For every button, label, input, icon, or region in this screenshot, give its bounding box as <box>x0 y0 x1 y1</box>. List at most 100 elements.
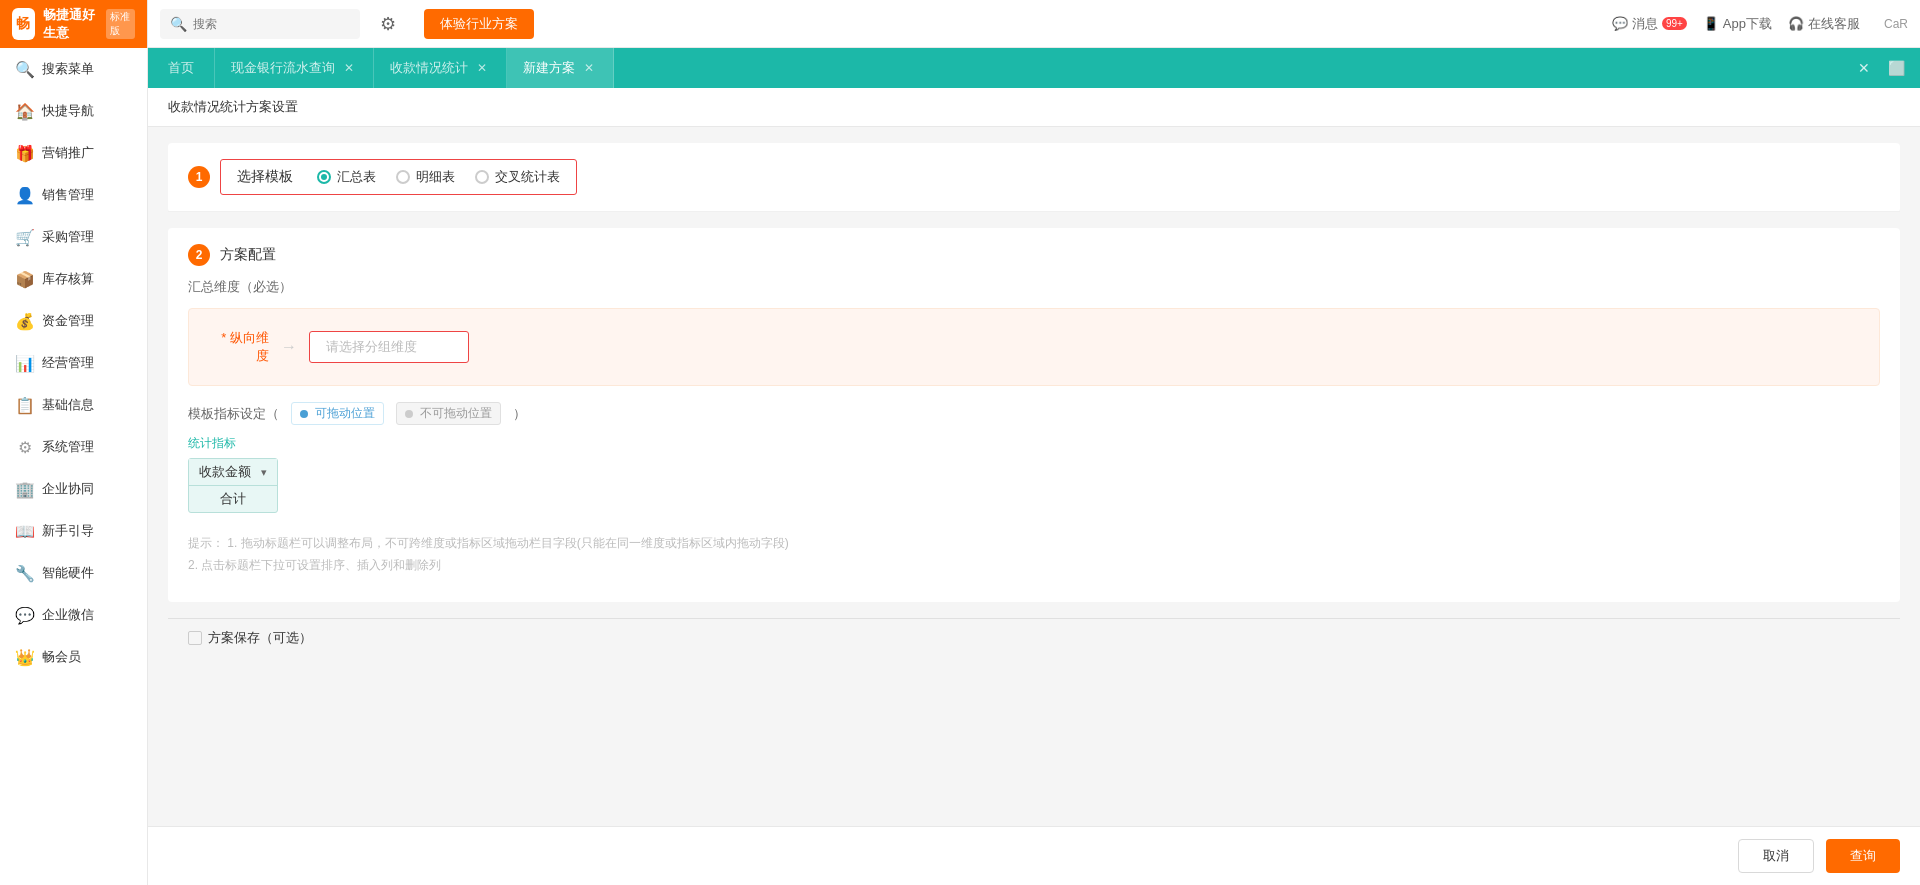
save-checkbox[interactable] <box>188 631 202 645</box>
tabbar-actions: ✕ ⬜ <box>1852 56 1920 80</box>
step2-body: 汇总维度（必选） * 纵向维度 → 请选择分组维度 模板指标设定（ <box>168 278 1900 602</box>
radio-label-detail: 明细表 <box>416 168 455 186</box>
sidebar-item-member[interactable]: 👑 畅会员 <box>0 636 147 678</box>
step1-options: 汇总表 明细表 交叉统计表 <box>317 168 560 186</box>
guide-icon: 📖 <box>16 522 34 540</box>
operation-icon: 📊 <box>16 354 34 372</box>
radio-cross[interactable]: 交叉统计表 <box>475 168 560 186</box>
logo-badge: 标准版 <box>106 9 135 39</box>
download-item[interactable]: 📱 App下载 <box>1703 15 1772 33</box>
step1-options-box: 选择模板 汇总表 明细表 <box>220 159 577 195</box>
purchase-icon: 🛒 <box>16 228 34 246</box>
sidebar-item-basic[interactable]: 📋 基础信息 <box>0 384 147 426</box>
close-icon[interactable]: ✕ <box>341 60 357 76</box>
tab-receipt-stat[interactable]: 收款情况统计 ✕ <box>374 48 507 88</box>
sidebar-item-guide[interactable]: 📖 新手引导 <box>0 510 147 552</box>
radio-summary[interactable]: 汇总表 <box>317 168 376 186</box>
metrics-setting-label: 模板指标设定（ <box>188 405 279 423</box>
sidebar-item-system[interactable]: ⚙ 系统管理 <box>0 426 147 468</box>
tip2: 2. 点击标题栏下拉可设置排序、插入列和删除列 <box>188 555 1880 577</box>
settings-icon[interactable]: ⚙ <box>372 8 404 40</box>
inventory-icon: 📦 <box>16 270 34 288</box>
radio-circle-detail <box>396 170 410 184</box>
tab-label: 新建方案 <box>523 59 575 77</box>
sidebar-item-label: 系统管理 <box>42 438 94 456</box>
basic-icon: 📋 <box>16 396 34 414</box>
tab-label: 现金银行流水查询 <box>231 59 335 77</box>
sidebar-item-purchase[interactable]: 🛒 采购管理 <box>0 216 147 258</box>
maximize-icon[interactable]: ⬜ <box>1884 56 1908 80</box>
logo-text: 畅捷通好生意 <box>43 6 98 42</box>
radio-circle-summary <box>317 170 331 184</box>
query-button[interactable]: 查询 <box>1826 839 1900 873</box>
step2-label: 方案配置 <box>220 246 276 264</box>
chevron-down-icon[interactable]: ▾ <box>261 466 267 479</box>
summary-dim-label: 汇总维度（必选） <box>188 278 1880 296</box>
sidebar-item-sales[interactable]: 👤 销售管理 <box>0 174 147 216</box>
tip1: 提示： 1. 拖动标题栏可以调整布局，不可跨维度或指标区域拖动栏目字段(只能在同… <box>188 533 1880 555</box>
service-icon: 🎧 <box>1788 16 1804 31</box>
step2-section: 2 方案配置 汇总维度（必选） * 纵向维度 → 请选择分组维度 <box>168 228 1900 602</box>
tab-bank-flow[interactable]: 现金银行流水查询 ✕ <box>215 48 374 88</box>
notification-label: 消息 <box>1632 15 1658 33</box>
tab-new-plan[interactable]: 新建方案 ✕ <box>507 48 614 88</box>
close-icon[interactable]: ✕ <box>581 60 597 76</box>
enterprise-icon: 🏢 <box>16 480 34 498</box>
sidebar-item-hardware[interactable]: 🔧 智能硬件 <box>0 552 147 594</box>
tab-label: 首页 <box>168 59 194 77</box>
sidebar-item-label: 采购管理 <box>42 228 94 246</box>
step1-label: 选择模板 <box>237 168 293 186</box>
breadcrumb-text: 收款情况统计方案设置 <box>168 99 298 114</box>
not-draggable-tag: 不可拖动位置 <box>396 402 501 425</box>
user-name: CaR <box>1884 17 1908 31</box>
logo-icon: 畅 <box>12 8 35 40</box>
tabbar: 首页 现金银行流水查询 ✕ 收款情况统计 ✕ 新建方案 ✕ ✕ ⬜ <box>148 48 1920 88</box>
sidebar-item-operation[interactable]: 📊 经营管理 <box>0 342 147 384</box>
sidebar-item-label: 资金管理 <box>42 312 94 330</box>
sidebar-item-finance[interactable]: 💰 资金管理 <box>0 300 147 342</box>
sidebar-item-quick-nav[interactable]: 🏠 快捷导航 <box>0 90 147 132</box>
sidebar-item-enterprise[interactable]: 🏢 企业协同 <box>0 468 147 510</box>
radio-dot <box>321 174 327 180</box>
close-icon[interactable]: ✕ <box>474 60 490 76</box>
sidebar-item-search[interactable]: 🔍 搜索菜单 <box>0 48 147 90</box>
sidebar-item-label: 畅会员 <box>42 648 81 666</box>
sidebar-item-label: 企业协同 <box>42 480 94 498</box>
metrics-area: 统计指标 收款金额 ▾ 合计 <box>188 435 1880 513</box>
service-item[interactable]: 🎧 在线客服 <box>1788 15 1860 33</box>
sidebar-item-label: 快捷导航 <box>42 102 94 120</box>
radio-detail[interactable]: 明细表 <box>396 168 455 186</box>
close-window-icon[interactable]: ✕ <box>1852 56 1876 80</box>
sidebar-item-marketing[interactable]: 🎁 营销推广 <box>0 132 147 174</box>
sidebar-item-label: 企业微信 <box>42 606 94 624</box>
dim-grid: * 纵向维度 → 请选择分组维度 <box>188 308 1880 386</box>
page-body: 1 选择模板 汇总表 明细表 <box>148 127 1920 826</box>
save-checkbox-label[interactable]: 方案保存（可选） <box>188 629 312 647</box>
member-icon: 👑 <box>16 648 34 666</box>
sidebar-item-label: 营销推广 <box>42 144 94 162</box>
sidebar-item-weixin[interactable]: 💬 企业微信 <box>0 594 147 636</box>
home-icon: 🏠 <box>16 102 34 120</box>
main-content: 🔍 ⚙ 体验行业方案 💬 消息 99+ 📱 App下载 🎧 在线客服 CaR 首… <box>148 0 1920 885</box>
search-input[interactable] <box>193 17 333 31</box>
notification-icon: 💬 <box>1612 16 1628 31</box>
save-bar: 方案保存（可选） <box>168 618 1900 657</box>
vertical-dim-label: * 纵向维度 <box>209 329 269 365</box>
search-box[interactable]: 🔍 <box>160 9 360 39</box>
topbar: 🔍 ⚙ 体验行业方案 💬 消息 99+ 📱 App下载 🎧 在线客服 CaR <box>148 0 1920 48</box>
dim-row-vertical: * 纵向维度 → 请选择分组维度 <box>209 329 1859 365</box>
radio-circle-cross <box>475 170 489 184</box>
tab-home[interactable]: 首页 <box>148 48 215 88</box>
industry-btn[interactable]: 体验行业方案 <box>424 9 534 39</box>
sales-icon: 👤 <box>16 186 34 204</box>
sidebar-item-label: 搜索菜单 <box>42 60 94 78</box>
sidebar-item-inventory[interactable]: 📦 库存核算 <box>0 258 147 300</box>
dim-select[interactable]: 请选择分组维度 <box>309 331 469 363</box>
download-label: App下载 <box>1723 15 1772 33</box>
sidebar-logo: 畅 畅捷通好生意 标准版 <box>0 0 147 48</box>
notification-item[interactable]: 💬 消息 99+ <box>1612 15 1687 33</box>
service-label: 在线客服 <box>1808 15 1860 33</box>
sidebar-item-label: 库存核算 <box>42 270 94 288</box>
step2-number: 2 <box>188 244 210 266</box>
cancel-button[interactable]: 取消 <box>1738 839 1814 873</box>
